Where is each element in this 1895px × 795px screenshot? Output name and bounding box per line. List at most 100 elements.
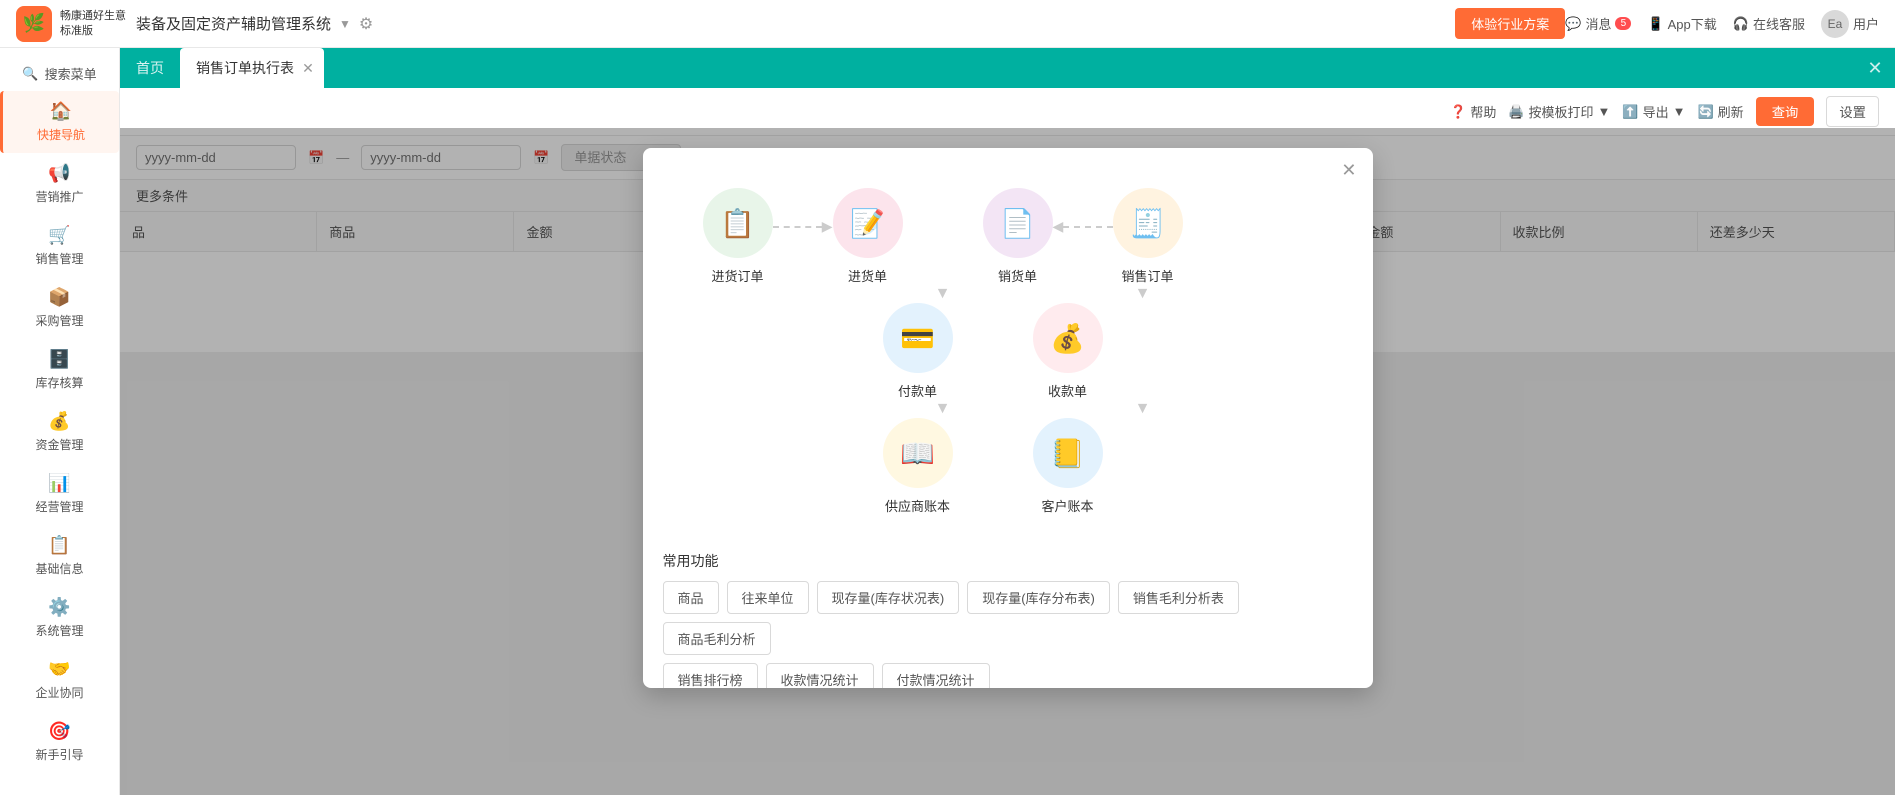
online-service-label: 在线客服 xyxy=(1753,14,1805,33)
arrow-sb-so: ◀ xyxy=(1053,218,1113,255)
sidebar-item-label: 经营管理 xyxy=(35,498,83,515)
flow-col-payment: 💳 付款单 xyxy=(883,303,953,400)
tab-home[interactable]: 首页 xyxy=(120,48,180,88)
customer-ledger-label: 客户账本 xyxy=(1041,496,1093,515)
customer-ledger-node[interactable]: 📒 xyxy=(1033,418,1103,488)
export-button[interactable]: ⬆️ 导出 ▼ xyxy=(1622,102,1685,121)
sales-bill-node[interactable]: 📄 xyxy=(983,188,1053,258)
system-title: 装备及固定资产辅助管理系统 ▼ ⚙ xyxy=(136,13,1455,34)
basic-info-icon: 📋 xyxy=(48,535,70,556)
sales-icon: 🛒 xyxy=(48,225,70,246)
enterprise-icon: 🤝 xyxy=(48,659,70,680)
sidebar: 🔍 搜索菜单 🏠 快捷导航 📢 营销推广 🛒 销售管理 📦 采购管理 🗄️ 库存… xyxy=(0,48,120,795)
payment-bill-label: 付款单 xyxy=(898,381,937,400)
help-button[interactable]: ❓ 帮助 xyxy=(1450,102,1496,121)
sidebar-item-label: 新手引导 xyxy=(35,746,83,763)
purchase-bill-icon: 📝 xyxy=(850,207,885,240)
user-label: 用户 xyxy=(1853,14,1879,33)
flow-col-sales-bill: 📄 销货单 xyxy=(983,188,1053,285)
sidebar-item-sales[interactable]: 🛒 销售管理 xyxy=(0,215,119,277)
sidebar-item-marketing[interactable]: 📢 营销推广 xyxy=(0,153,119,215)
message-item[interactable]: 💬 消息 5 xyxy=(1565,14,1631,33)
experience-button[interactable]: 体验行业方案 xyxy=(1455,8,1565,39)
flow-col-sales-order: 🧾 销售订单 xyxy=(1113,188,1183,285)
refresh-button[interactable]: 🔄 刷新 xyxy=(1697,102,1743,121)
modal-content: 📋 进货订单 ▶ xyxy=(643,148,1373,535)
purchase-bill-node[interactable]: 📝 xyxy=(833,188,903,258)
cf-btn-product[interactable]: 商品 xyxy=(663,581,719,614)
template-print-label: 按模板打印 xyxy=(1529,102,1594,121)
export-arrow: ▼ xyxy=(1673,104,1686,119)
sidebar-item-label: 基础信息 xyxy=(35,560,83,577)
cf-btn-product-margin[interactable]: 商品毛利分析 xyxy=(663,622,771,655)
flow-modal: ✕ 📋 进货订单 xyxy=(643,148,1373,688)
refresh-icon: 🔄 xyxy=(1697,104,1713,120)
down-arrow-pay: ▼ xyxy=(883,400,1003,418)
supplier-ledger-node[interactable]: 📖 xyxy=(883,418,953,488)
system-icon: ⚙️ xyxy=(48,597,70,618)
flow-col-purchase-order: 📋 进货订单 xyxy=(703,188,773,285)
purchase-order-node[interactable]: 📋 xyxy=(703,188,773,258)
sidebar-item-inventory[interactable]: 🗄️ 库存核算 xyxy=(0,339,119,401)
inventory-icon: 🗄️ xyxy=(48,349,70,370)
flow-col-supplier-ledger: 📖 供应商账本 xyxy=(883,418,953,515)
cf-btn-sales-margin[interactable]: 销售毛利分析表 xyxy=(1118,581,1239,614)
sidebar-item-newbie[interactable]: 🎯 新手引导 xyxy=(0,711,119,773)
content-area: ❓ 帮助 🖨️ 按模板打印 ▼ ⬆️ 导出 ▼ 🔄 刷新 查询 设置 � xyxy=(120,88,1895,795)
common-functions-section: 常用功能 商品 往来单位 现存量(库存状况表) 现存量(库存分布表) 销售毛利分… xyxy=(643,535,1373,688)
tab-sales-order-execution[interactable]: 销售订单执行表 ✕ xyxy=(180,48,324,88)
sidebar-item-operations[interactable]: 📊 经营管理 xyxy=(0,463,119,525)
template-print-arrow: ▼ xyxy=(1598,104,1611,119)
sidebar-item-basic-info[interactable]: 📋 基础信息 xyxy=(0,525,119,587)
query-button[interactable]: 查询 xyxy=(1756,97,1815,126)
cf-btn-payment-stats[interactable]: 付款情况统计 xyxy=(882,663,990,688)
sidebar-item-quick-nav[interactable]: 🏠 快捷导航 xyxy=(0,91,119,153)
tab-home-label: 首页 xyxy=(136,58,164,78)
common-function-buttons: 商品 往来单位 现存量(库存状况表) 现存量(库存分布表) 销售毛利分析表 商品… xyxy=(663,581,1353,655)
common-function-buttons-row2: 销售排行榜 收款情况统计 付款情况统计 xyxy=(663,663,1353,688)
export-icon: ⬆️ xyxy=(1622,104,1638,120)
cf-btn-stock-dist[interactable]: 现存量(库存分布表) xyxy=(967,581,1110,614)
tab-close-icon[interactable]: ✕ xyxy=(300,60,316,76)
purchase-icon: 📦 xyxy=(48,287,70,308)
system-dropdown-icon[interactable]: ▼ xyxy=(339,17,351,31)
search-menu-item[interactable]: 🔍 搜索菜单 xyxy=(0,56,119,91)
sidebar-item-label: 资金管理 xyxy=(35,436,83,453)
sidebar-item-label: 快捷导航 xyxy=(37,126,85,143)
cf-btn-partner[interactable]: 往来单位 xyxy=(727,581,809,614)
logo-line2: 标准版 xyxy=(60,24,126,38)
supplier-ledger-label: 供应商账本 xyxy=(885,496,950,515)
cf-btn-stock-status[interactable]: 现存量(库存状况表) xyxy=(817,581,960,614)
sidebar-item-system[interactable]: ⚙️ 系统管理 xyxy=(0,587,119,649)
tab-bar: 首页 销售订单执行表 ✕ ✕ xyxy=(120,48,1895,88)
avatar: Ea xyxy=(1821,10,1849,38)
modal-close-button[interactable]: ✕ xyxy=(1341,160,1356,181)
sidebar-item-label: 系统管理 xyxy=(35,622,83,639)
cf-btn-receipt-stats[interactable]: 收款情况统计 xyxy=(766,663,874,688)
app-download-item[interactable]: 📱 App下载 xyxy=(1647,14,1716,33)
arrow-po-pb: ▶ xyxy=(773,218,833,255)
sidebar-item-finance[interactable]: 💰 资金管理 xyxy=(0,401,119,463)
modal-overlay[interactable]: ✕ 📋 进货订单 xyxy=(120,128,1895,795)
flow-col-customer-ledger: 📒 客户账本 xyxy=(1033,418,1103,515)
help-icon: ❓ xyxy=(1450,104,1466,120)
payment-bill-icon: 💳 xyxy=(900,322,935,355)
sidebar-item-label: 库存核算 xyxy=(35,374,83,391)
sidebar-item-purchase[interactable]: 📦 采购管理 xyxy=(0,277,119,339)
sidebar-item-enterprise[interactable]: 🤝 企业协同 xyxy=(0,649,119,711)
newbie-icon: 🎯 xyxy=(48,721,70,742)
cf-btn-sales-rank[interactable]: 销售排行榜 xyxy=(663,663,758,688)
online-service-item[interactable]: 🎧 在线客服 xyxy=(1733,14,1805,33)
purchase-order-icon: 📋 xyxy=(720,207,755,240)
settings-button[interactable]: 设置 xyxy=(1826,96,1879,127)
sales-order-node[interactable]: 🧾 xyxy=(1113,188,1183,258)
page-close-button[interactable]: ✕ xyxy=(1855,48,1895,88)
payment-bill-node[interactable]: 💳 xyxy=(883,303,953,373)
logo-text: 畅康通好生意 标准版 xyxy=(60,9,126,38)
user-item[interactable]: Ea 用户 xyxy=(1821,10,1879,38)
gear-icon[interactable]: ⚙ xyxy=(359,14,373,34)
customer-ledger-icon: 📒 xyxy=(1050,437,1085,470)
help-label: 帮助 xyxy=(1470,102,1496,121)
receipt-bill-node[interactable]: 💰 xyxy=(1033,303,1103,373)
template-print-button[interactable]: 🖨️ 按模板打印 ▼ xyxy=(1508,102,1610,121)
